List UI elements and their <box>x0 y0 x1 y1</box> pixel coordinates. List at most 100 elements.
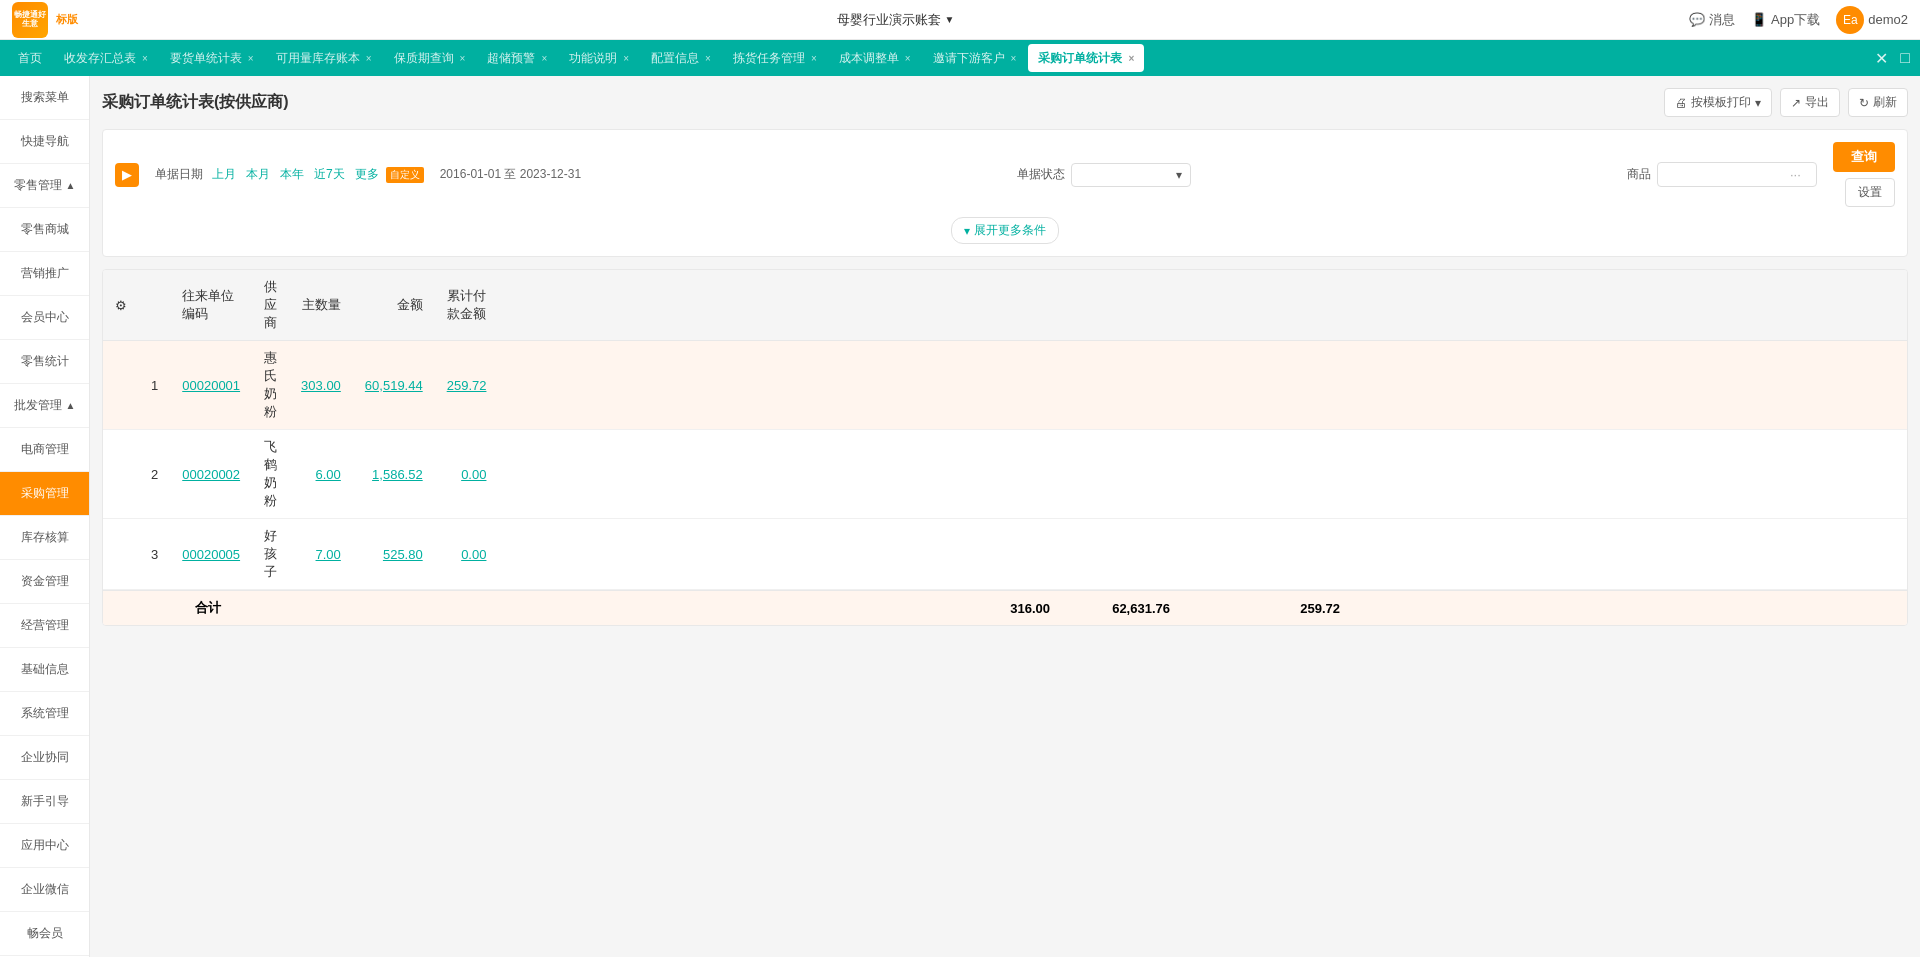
tab-chaochuyujing-label: 超储预警 <box>487 50 535 67</box>
query-button[interactable]: 查询 <box>1833 142 1895 172</box>
goods-input[interactable] <box>1666 168 1786 182</box>
sidebar-item-weixin[interactable]: 企业微信 <box>0 868 89 912</box>
row-settings-0[interactable] <box>103 341 139 430</box>
sidebar-item-basic[interactable]: 基础信息 <box>0 648 89 692</box>
nav-max-btn[interactable]: □ <box>1898 47 1912 69</box>
tab-caigou-close[interactable]: × <box>1128 53 1134 64</box>
logo-area: 畅捷通好生意 标版 <box>12 2 102 38</box>
tab-home[interactable]: 首页 <box>8 44 52 72</box>
sidebar-item-quicknav[interactable]: 快捷导航 <box>0 120 89 164</box>
sidebar-item-ecommerce[interactable]: 电商管理 <box>0 428 89 472</box>
print-label: 按模板打印 <box>1691 94 1751 111</box>
sidebar-item-retail-shop[interactable]: 零售商城 <box>0 208 89 252</box>
nav-close-btn[interactable]: ✕ <box>1873 47 1890 70</box>
page-header: 采购订单统计表(按供应商) 🖨 按模板打印 ▾ ↗ 导出 ↻ 刷新 <box>102 88 1908 117</box>
tab-keyongliang[interactable]: 可用量库存账本 × <box>266 44 382 72</box>
shortcut-7days[interactable]: 近7天 <box>311 165 348 184</box>
tab-yaohuo-close[interactable]: × <box>248 53 254 64</box>
filter-toggle[interactable]: ▶ <box>115 163 139 187</box>
avatar-letter: Ea <box>1843 13 1858 27</box>
shortcut-this-month[interactable]: 本月 <box>243 165 273 184</box>
sidebar-item-retail-mgmt[interactable]: 零售管理 ▲ <box>0 164 89 208</box>
goods-more-dots[interactable]: ··· <box>1790 167 1801 182</box>
sidebar-item-marketing[interactable]: 营销推广 <box>0 252 89 296</box>
refresh-label: 刷新 <box>1873 94 1897 111</box>
sidebar-item-guide[interactable]: 新手引导 <box>0 780 89 824</box>
tab-gongneng-close[interactable]: × <box>623 53 629 64</box>
row-code-0: 00020001 <box>170 341 252 430</box>
tab-yaoqing[interactable]: 邀请下游客户 × <box>923 44 1027 72</box>
system-label: 系统管理 <box>21 705 69 722</box>
date-shortcuts: 上月 本月 本年 近7天 更多 自定义 <box>209 165 424 184</box>
refresh-icon: ↻ <box>1859 96 1869 110</box>
status-select[interactable]: ▾ <box>1071 163 1191 187</box>
shortcut-last-month[interactable]: 上月 <box>209 165 239 184</box>
expand-filters-btn[interactable]: ▾ 展开更多条件 <box>951 217 1059 244</box>
row-extra-0 <box>498 341 1907 430</box>
sidebar-item-inventory[interactable]: 库存核算 <box>0 516 89 560</box>
sidebar-item-changhyue[interactable]: 畅会员 <box>0 912 89 956</box>
app-label: App下载 <box>1771 11 1820 29</box>
username-label: demo2 <box>1868 12 1908 27</box>
sidebar: 搜索菜单 快捷导航 零售管理 ▲ 零售商城 营销推广 会员中心 零售统计 批发管… <box>0 76 90 957</box>
tab-caigou[interactable]: 采购订单统计表 × <box>1028 44 1144 72</box>
export-button[interactable]: ↗ 导出 <box>1780 88 1840 117</box>
goods-input-area[interactable]: ··· <box>1657 162 1817 187</box>
tab-chaochuyujing-close[interactable]: × <box>541 53 547 64</box>
industry-selector[interactable]: 母婴行业演示账套 ▼ <box>829 7 963 33</box>
table-row: 1 00020001 惠氏奶粉 303.00 60,519.44 259.72 <box>103 341 1907 430</box>
sidebar-item-collab[interactable]: 企业协同 <box>0 736 89 780</box>
th-settings[interactable]: ⚙ <box>103 270 139 341</box>
avatar: Ea <box>1836 6 1864 34</box>
shortcut-more[interactable]: 更多 <box>352 165 382 184</box>
tab-chengben[interactable]: 成本调整单 × <box>829 44 921 72</box>
row-settings-1[interactable] <box>103 430 139 519</box>
status-select-arrow: ▾ <box>1176 168 1182 182</box>
tab-gongneng[interactable]: 功能说明 × <box>559 44 639 72</box>
tab-peizhi[interactable]: 配置信息 × <box>641 44 721 72</box>
toggle-arrow-icon: ▶ <box>122 167 132 182</box>
tab-baozhi[interactable]: 保质期查询 × <box>384 44 476 72</box>
sidebar-item-appcenter[interactable]: 应用中心 <box>0 824 89 868</box>
tab-yaohuo[interactable]: 要货单统计表 × <box>160 44 264 72</box>
print-arrow: ▾ <box>1755 96 1761 110</box>
inventory-label: 库存核算 <box>21 529 69 546</box>
tab-shoufacun[interactable]: 收发存汇总表 × <box>54 44 158 72</box>
tab-yaoqing-close[interactable]: × <box>1011 53 1017 64</box>
refresh-button[interactable]: ↻ 刷新 <box>1848 88 1908 117</box>
sidebar-item-members[interactable]: 会员中心 <box>0 296 89 340</box>
sidebar-item-ops[interactable]: 经营管理 <box>0 604 89 648</box>
row-qty-1: 6.00 <box>289 430 353 519</box>
settings-button[interactable]: 设置 <box>1845 178 1895 207</box>
tab-baozhi-close[interactable]: × <box>460 53 466 64</box>
footer-qty: 316.00 <box>950 601 1070 616</box>
tab-jianhuo-close[interactable]: × <box>811 53 817 64</box>
th-amount: 金额 <box>353 270 435 341</box>
tab-keyongliang-close[interactable]: × <box>366 53 372 64</box>
tab-shoufacun-close[interactable]: × <box>142 53 148 64</box>
row-supplier-0: 惠氏奶粉 <box>252 341 289 430</box>
sidebar-item-search[interactable]: 搜索菜单 <box>0 76 89 120</box>
sidebar-item-wholesale[interactable]: 批发管理 ▲ <box>0 384 89 428</box>
sidebar-item-finance[interactable]: 资金管理 <box>0 560 89 604</box>
logo-icon: 畅捷通好生意 <box>12 2 48 38</box>
tab-chaochuyujing[interactable]: 超储预警 × <box>477 44 557 72</box>
marketing-label: 营销推广 <box>21 265 69 282</box>
shortcut-this-year[interactable]: 本年 <box>277 165 307 184</box>
app-download-btn[interactable]: 📱 App下载 <box>1751 11 1820 29</box>
tab-peizhi-close[interactable]: × <box>705 53 711 64</box>
sidebar-item-purchase[interactable]: 采购管理 <box>0 472 89 516</box>
message-btn[interactable]: 💬 消息 <box>1689 11 1735 29</box>
sidebar-item-system[interactable]: 系统管理 <box>0 692 89 736</box>
tab-jianhuo[interactable]: 拣货任务管理 × <box>723 44 827 72</box>
row-supplier-2: 好孩子 <box>252 519 289 590</box>
sidebar-item-retail-stats[interactable]: 零售统计 <box>0 340 89 384</box>
tab-chengben-close[interactable]: × <box>905 53 911 64</box>
user-avatar-area[interactable]: Ea demo2 <box>1836 6 1908 34</box>
print-button[interactable]: 🖨 按模板打印 ▾ <box>1664 88 1772 117</box>
page-content: 采购订单统计表(按供应商) 🖨 按模板打印 ▾ ↗ 导出 ↻ 刷新 <box>90 76 1920 957</box>
changhyue-label: 畅会员 <box>27 925 63 942</box>
row-settings-2[interactable] <box>103 519 139 590</box>
row-qty-2: 7.00 <box>289 519 353 590</box>
page-title: 采购订单统计表(按供应商) <box>102 92 289 113</box>
